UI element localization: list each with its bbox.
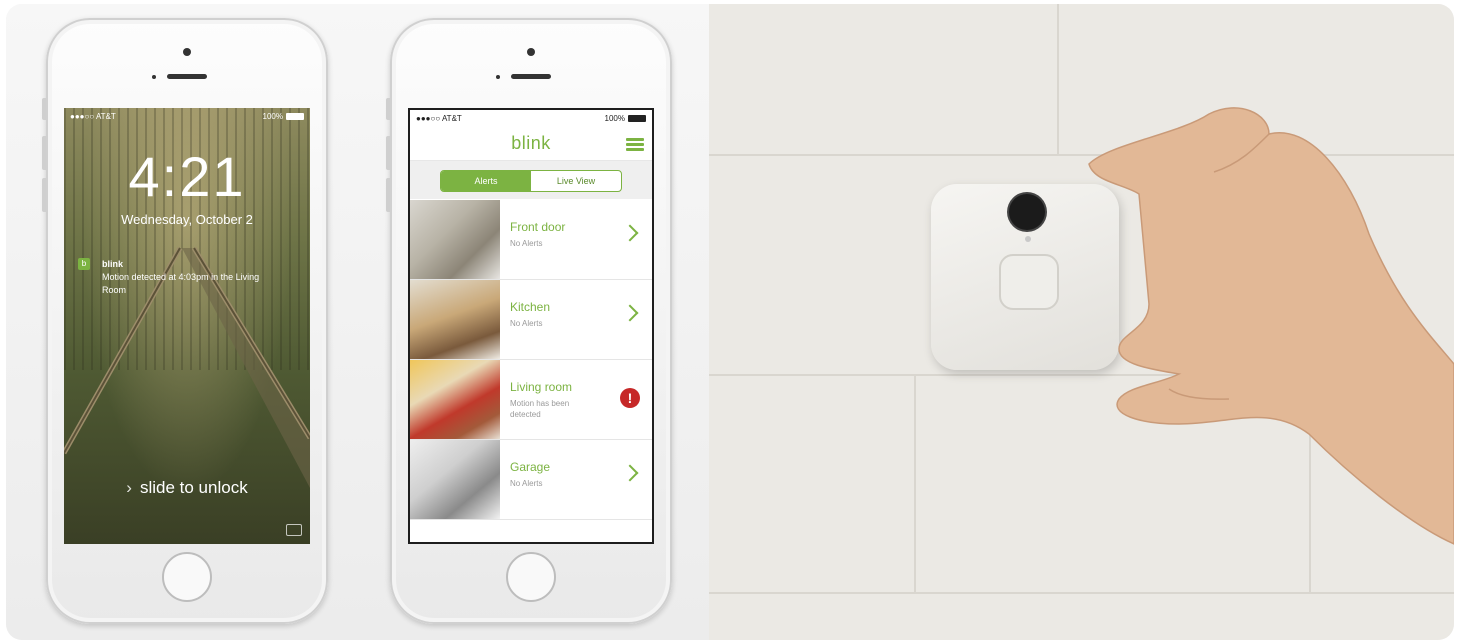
tab-bar: Alerts Live View xyxy=(410,161,652,199)
camera-name: Living room xyxy=(510,380,573,394)
volume-down-button xyxy=(42,178,46,212)
segmented-control: Alerts Live View xyxy=(440,170,622,192)
camera-row-living-room[interactable]: Living room Motion has been detected ! xyxy=(410,360,652,440)
app-header: blink xyxy=(410,126,652,161)
camera-row-kitchen[interactable]: Kitchen No Alerts xyxy=(410,280,652,360)
hamburger-menu-icon[interactable] xyxy=(626,138,644,151)
camera-thumbnail xyxy=(410,440,500,519)
camera-name: Garage xyxy=(510,460,551,474)
battery-icon xyxy=(628,114,646,122)
volume-up-button xyxy=(42,136,46,170)
battery-indicator: 100% xyxy=(263,112,304,121)
camera-thumbnail xyxy=(410,280,500,359)
iphone-blink-app: ●●●○○ AT&T 100% blink Alerts Live View F… xyxy=(386,18,672,624)
camera-shortcut-icon[interactable] xyxy=(286,524,302,536)
carrier-label: ●●●○○ AT&T xyxy=(70,111,116,121)
camera-row-garage[interactable]: Garage No Alerts xyxy=(410,440,652,520)
earpiece-speaker xyxy=(167,74,207,79)
camera-thumbnail xyxy=(410,360,500,439)
screenshot-frame: ●●●○○ AT&T 100% 4:21 Wednesday, October … xyxy=(6,4,1454,640)
battery-percent: 100% xyxy=(604,113,625,123)
blink-app-screen: ●●●○○ AT&T 100% blink Alerts Live View F… xyxy=(408,108,654,544)
tab-live-view[interactable]: Live View xyxy=(531,171,621,191)
slide-to-unlock-label: slide to unlock xyxy=(139,478,248,497)
earpiece-speaker xyxy=(511,74,551,79)
camera-list: Front door No Alerts Kitchen No Alerts L… xyxy=(410,200,652,520)
tab-alerts[interactable]: Alerts xyxy=(441,171,531,191)
camera-name: Kitchen xyxy=(510,300,551,314)
product-photo xyxy=(709,4,1454,640)
camera-status: Motion has been detected xyxy=(510,399,570,419)
camera-row-front-door[interactable]: Front door No Alerts xyxy=(410,200,652,280)
front-camera xyxy=(527,48,535,56)
camera-status: No Alerts xyxy=(510,479,543,488)
chevron-right-icon xyxy=(621,464,639,482)
front-camera xyxy=(183,48,191,56)
iphone-lock-screen: ●●●○○ AT&T 100% 4:21 Wednesday, October … xyxy=(42,18,328,624)
blink-logo: blink xyxy=(511,133,551,153)
chevron-right-icon xyxy=(621,224,639,242)
camera-status: No Alerts xyxy=(510,239,543,248)
chevron-right-icon xyxy=(621,304,639,322)
home-button[interactable] xyxy=(506,552,556,602)
battery-indicator: 100% xyxy=(605,114,646,123)
battery-percent: 100% xyxy=(262,111,283,121)
blink-app-icon: b xyxy=(78,258,90,270)
home-button[interactable] xyxy=(162,552,212,602)
camera-thumbnail xyxy=(410,200,500,279)
slide-to-unlock[interactable]: › slide to unlock xyxy=(64,478,310,498)
notification-app-name: blink xyxy=(102,259,124,269)
notification-message: Motion detected at 4:03pm in the Living … xyxy=(102,272,260,295)
volume-down-button xyxy=(386,178,390,212)
battery-icon xyxy=(286,112,304,120)
sensor xyxy=(152,75,156,79)
carrier-label: ●●●○○ AT&T xyxy=(416,113,462,123)
status-bar: ●●●○○ AT&T 100% xyxy=(410,110,652,126)
alert-icon: ! xyxy=(620,388,640,408)
mute-switch xyxy=(386,98,390,120)
hand xyxy=(1088,107,1454,545)
lock-date: Wednesday, October 2 xyxy=(121,212,253,227)
lock-screen: ●●●○○ AT&T 100% 4:21 Wednesday, October … xyxy=(64,108,310,544)
lock-time: 4:21 xyxy=(128,145,246,208)
mute-switch xyxy=(42,98,46,120)
sensor xyxy=(496,75,500,79)
camera-status: No Alerts xyxy=(510,319,543,328)
chevron-right-icon: › xyxy=(126,478,132,497)
status-bar: ●●●○○ AT&T 100% xyxy=(64,108,310,124)
volume-up-button xyxy=(386,136,390,170)
camera-name: Front door xyxy=(510,220,566,234)
